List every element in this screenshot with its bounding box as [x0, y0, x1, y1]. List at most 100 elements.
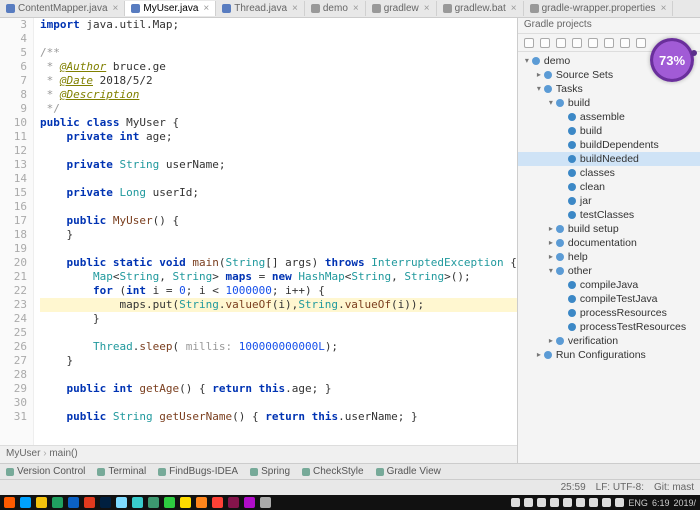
tray-icon[interactable] [602, 498, 611, 507]
close-icon[interactable]: × [203, 3, 209, 14]
tray-icon[interactable] [589, 498, 598, 507]
taskbar-app-icon[interactable] [260, 497, 271, 508]
tool-window-button[interactable]: CheckStyle [302, 466, 364, 477]
tray-time[interactable]: 6:19 [652, 498, 670, 508]
tray-icon[interactable] [550, 498, 559, 507]
tool-window-button[interactable]: Gradle View [376, 466, 441, 477]
tree-node[interactable]: ▸help [518, 250, 700, 264]
tree-node[interactable]: classes [518, 166, 700, 180]
tray-icon[interactable] [615, 498, 624, 507]
file-icon [530, 4, 539, 13]
taskbar-app-icon[interactable] [228, 497, 239, 508]
close-icon[interactable]: × [353, 3, 359, 14]
tree-node[interactable]: jar [518, 194, 700, 208]
chevron-icon[interactable]: ▾ [534, 82, 544, 96]
settings-icon[interactable] [620, 38, 630, 48]
close-icon[interactable]: × [661, 3, 667, 14]
status-encoding[interactable]: LF: UTF-8: [596, 482, 644, 493]
taskbar-app-icon[interactable] [132, 497, 143, 508]
editor-tab[interactable]: MyUser.java× [125, 1, 216, 16]
editor-tab[interactable]: demo× [305, 1, 366, 16]
tray-icon[interactable] [511, 498, 520, 507]
chevron-icon[interactable]: ▸ [546, 250, 556, 264]
taskbar-app-icon[interactable] [52, 497, 63, 508]
tree-node[interactable]: assemble [518, 110, 700, 124]
tree-node[interactable]: compileJava [518, 278, 700, 292]
tree-node[interactable]: ▾build [518, 96, 700, 110]
chevron-icon[interactable]: ▸ [546, 334, 556, 348]
taskbar-app-icon[interactable] [196, 497, 207, 508]
tree-node[interactable]: ▸build setup [518, 222, 700, 236]
chevron-icon[interactable]: ▸ [534, 348, 544, 362]
editor-tab[interactable]: gradlew× [366, 1, 437, 16]
taskbar-app-icon[interactable] [36, 497, 47, 508]
close-icon[interactable]: × [292, 3, 298, 14]
close-icon[interactable]: × [511, 3, 517, 14]
minus-icon[interactable] [556, 38, 566, 48]
close-icon[interactable]: × [113, 3, 119, 14]
taskbar-app-icon[interactable] [180, 497, 191, 508]
close-icon[interactable]: × [424, 3, 430, 14]
tool-window-button[interactable]: Version Control [6, 466, 85, 477]
taskbar-app-icon[interactable] [164, 497, 175, 508]
tree-node[interactable]: buildNeeded [518, 152, 700, 166]
wrench-icon[interactable] [636, 38, 646, 48]
status-git[interactable]: Git: mast [654, 482, 694, 493]
tray-icon[interactable] [537, 498, 546, 507]
taskbar-app-icon[interactable] [68, 497, 79, 508]
editor-tab[interactable]: gradlew.bat× [437, 1, 524, 16]
tree-node[interactable]: clean [518, 180, 700, 194]
chevron-icon[interactable]: ▸ [546, 236, 556, 250]
editor-tab[interactable]: gradle-wrapper.properties× [524, 1, 674, 16]
tray-icon[interactable] [576, 498, 585, 507]
tree-node[interactable]: compileTestJava [518, 292, 700, 306]
chevron-icon[interactable]: ▾ [546, 264, 556, 278]
crumb-class[interactable]: MyUser [6, 448, 40, 459]
tray-icon[interactable] [524, 498, 533, 507]
tree-node[interactable]: ▸verification [518, 334, 700, 348]
chevron-icon[interactable]: ▾ [546, 96, 556, 110]
tree-node[interactable]: ▾Tasks [518, 82, 700, 96]
tree-node[interactable]: ▾other [518, 264, 700, 278]
crumb-method[interactable]: main() [43, 448, 77, 459]
tree-node[interactable]: processTestResources [518, 320, 700, 334]
progress-wheel[interactable]: 73% [650, 38, 694, 82]
tree-label: compileJava [580, 278, 638, 292]
tree-node[interactable]: ▸Run Configurations [518, 348, 700, 362]
taskbar-app-icon[interactable] [212, 497, 223, 508]
taskbar-app-icon[interactable] [148, 497, 159, 508]
taskbar-app-icon[interactable] [244, 497, 255, 508]
collapse-icon[interactable] [604, 38, 614, 48]
taskbar-app-icon[interactable] [100, 497, 111, 508]
tray-date[interactable]: 2019/ [673, 498, 696, 508]
chevron-icon[interactable]: ▸ [546, 222, 556, 236]
system-tray[interactable]: ENG 6:192019/ [511, 498, 696, 508]
run-icon[interactable] [572, 38, 582, 48]
tray-lang[interactable]: ENG [628, 498, 648, 508]
chevron-icon[interactable]: ▸ [534, 68, 544, 82]
editor-tab[interactable]: Thread.java× [216, 1, 305, 16]
tree-node[interactable]: testClasses [518, 208, 700, 222]
chevron-icon[interactable]: ▾ [522, 54, 532, 68]
tray-icon[interactable] [563, 498, 572, 507]
task-icon [556, 225, 564, 233]
taskbar-app-icon[interactable] [116, 497, 127, 508]
task-icon [556, 267, 564, 275]
tree-node[interactable]: processResources [518, 306, 700, 320]
expand-icon[interactable] [588, 38, 598, 48]
tree-node[interactable]: build [518, 124, 700, 138]
tree-node[interactable]: ▸documentation [518, 236, 700, 250]
taskbar-app-icon[interactable] [4, 497, 15, 508]
editor-code[interactable]: import java.util.Map; /** * @Author bruc… [34, 18, 517, 445]
taskbar-app-icon[interactable] [84, 497, 95, 508]
tool-window-button[interactable]: FindBugs-IDEA [158, 466, 238, 477]
tool-window-button[interactable]: Terminal [97, 466, 146, 477]
gradle-tree: ▾demo▸Source Sets▾Tasks▾buildassemblebui… [518, 52, 700, 463]
editor-tab[interactable]: ContentMapper.java× [0, 1, 125, 16]
tree-node[interactable]: buildDependents [518, 138, 700, 152]
tool-window-button[interactable]: Spring [250, 466, 290, 477]
refresh-icon[interactable] [524, 38, 534, 48]
breadcrumb[interactable]: MyUser main() [0, 445, 517, 463]
plus-icon[interactable] [540, 38, 550, 48]
taskbar-app-icon[interactable] [20, 497, 31, 508]
